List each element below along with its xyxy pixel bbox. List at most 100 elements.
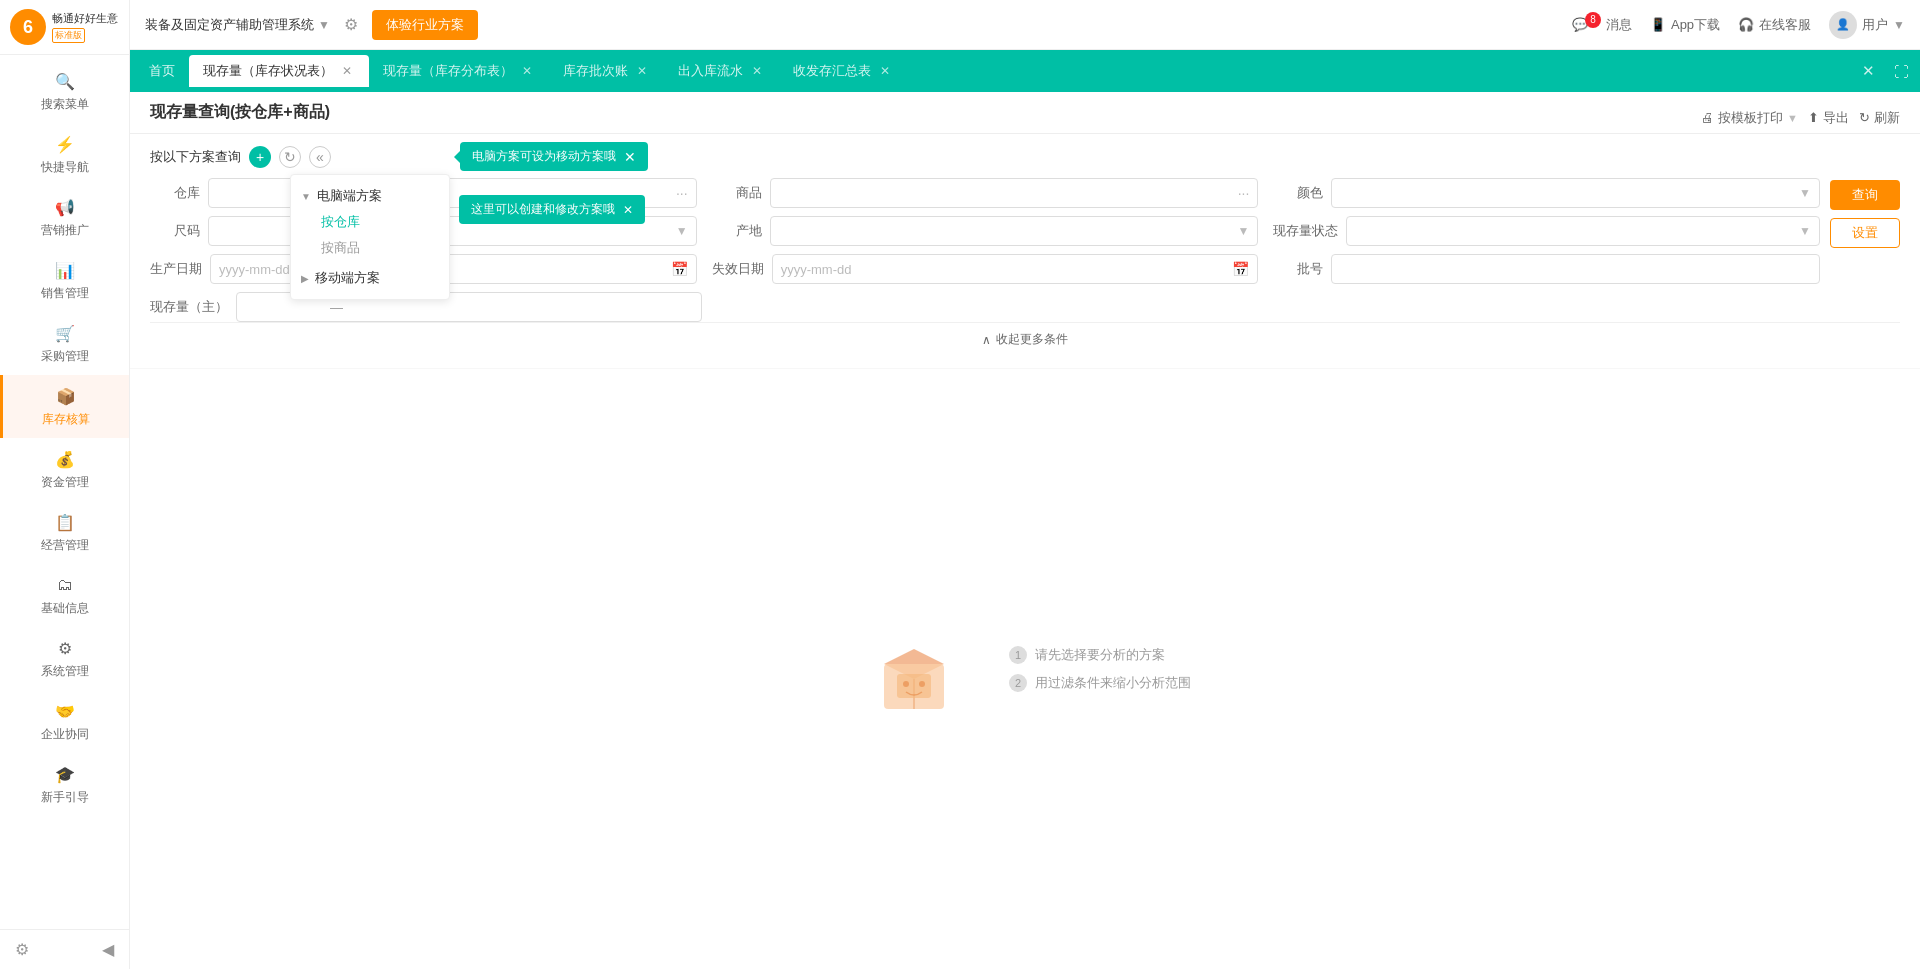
tree-toggle-icon: ▼ (301, 191, 311, 202)
product-input[interactable]: ··· (770, 178, 1259, 208)
tab-inout[interactable]: 出入库流水 ✕ (664, 55, 779, 87)
inv-status-arrow-icon: ▼ (1799, 224, 1811, 238)
filter-refresh-btn[interactable]: ↻ (279, 146, 301, 168)
tab-close-inventory-status[interactable]: ✕ (339, 63, 355, 79)
message-label: 消息 (1606, 16, 1632, 34)
range-dash: — (330, 300, 343, 315)
user-dropdown-icon: ▼ (1893, 18, 1905, 32)
origin-arrow-icon: ▼ (1237, 224, 1249, 238)
export-icon: ⬆ (1808, 110, 1819, 125)
product-field: 商品 ··· (712, 178, 1259, 208)
refresh-button[interactable]: ↻ 刷新 (1859, 109, 1900, 127)
empty-illustration (859, 614, 969, 724)
basic-icon: 🗂 (54, 574, 76, 596)
edit-scheme-tooltip: 这里可以创建和修改方案哦 ✕ (459, 195, 645, 224)
topbar: 装备及固定资产辅助管理系统 ▼ ⚙ 体验行业方案 💬 8 消息 📱 App下载 … (130, 0, 1920, 50)
print-button[interactable]: 🖨 按模板打印 ▼ (1701, 109, 1798, 127)
sidebar: 6 畅通好好生意 标准版 🔍 搜索菜单 ⚡ 快捷导航 📢 营销推广 📊 销售管理… (0, 0, 130, 969)
batch-input[interactable] (1331, 254, 1820, 284)
mobile-tree-toggle-icon: ▶ (301, 273, 309, 284)
product-dots-icon: ··· (1238, 185, 1250, 201)
topbar-right: 💬 8 消息 📱 App下载 🎧 在线客服 👤 用户 ▼ (1572, 11, 1905, 39)
desktop-child-item-2[interactable]: 按商品 (311, 235, 449, 261)
tab-close-collect[interactable]: ✕ (877, 63, 893, 79)
desktop-scheme-item[interactable]: ▼ 电脑端方案 (291, 183, 449, 209)
export-button[interactable]: ⬆ 导出 (1808, 109, 1849, 127)
tab-collect[interactable]: 收发存汇总表 ✕ (779, 55, 907, 87)
filter-collapse-btn[interactable]: « (309, 146, 331, 168)
expiry-date-label: 失效日期 (712, 260, 764, 278)
chevron-up-icon: ∧ (982, 333, 991, 347)
sidebar-item-inventory[interactable]: 📦 库存核算 (0, 375, 129, 438)
filter-add-btn[interactable]: + (249, 146, 271, 168)
sidebar-item-search[interactable]: 🔍 搜索菜单 (0, 60, 129, 123)
topbar-left: 装备及固定资产辅助管理系统 ▼ ⚙ 体验行业方案 (145, 10, 478, 40)
color-select[interactable]: ▼ (1331, 178, 1820, 208)
content-area: 现存量查询(按仓库+商品) 🖨 按模板打印 ▼ ⬆ 导出 ↻ 刷新 (130, 92, 1920, 969)
reset-button[interactable]: 设置 (1830, 218, 1900, 248)
tab-close-inout[interactable]: ✕ (749, 63, 765, 79)
qty-to-input[interactable] (348, 300, 428, 315)
origin-select[interactable]: ▼ (770, 216, 1259, 246)
message-badge: 8 (1585, 12, 1601, 28)
logo-icon: 6 (10, 9, 46, 45)
footer-settings-icon[interactable]: ⚙ (15, 940, 29, 959)
tab-close-inventory-dist[interactable]: ✕ (519, 63, 535, 79)
tip1-text: 请先选择要分析的方案 (1035, 646, 1165, 664)
sidebar-item-system[interactable]: ⚙ 系统管理 (0, 627, 129, 690)
edit-scheme-tooltip-close[interactable]: ✕ (623, 203, 633, 217)
color-arrow-icon: ▼ (1799, 186, 1811, 200)
tab-close-batch-account[interactable]: ✕ (634, 63, 650, 79)
sidebar-item-quick[interactable]: ⚡ 快捷导航 (0, 123, 129, 186)
production-date-input[interactable]: yyyy-mm-dd 📅 (210, 254, 697, 284)
sidebar-item-operation[interactable]: 📋 经营管理 (0, 501, 129, 564)
user-label: 用户 (1862, 16, 1888, 34)
search-icon: 🔍 (54, 70, 76, 92)
tab-close-all-btn[interactable]: ✕ (1854, 57, 1882, 85)
mobile-scheme-item[interactable]: ▶ 移动端方案 (291, 265, 449, 291)
tab-home[interactable]: 首页 (135, 55, 189, 87)
batch-label: 批号 (1273, 260, 1323, 278)
color-field: 颜色 ▼ (1273, 178, 1820, 208)
qty-from-input[interactable] (245, 300, 325, 315)
query-reset-group: 查询 设置 (1830, 178, 1900, 322)
desktop-child-item-1[interactable]: 按仓库 (311, 209, 449, 235)
sidebar-item-label: 搜索菜单 (41, 96, 89, 113)
inventory-qty-label: 现存量（主） (150, 298, 228, 316)
sidebar-item-purchase[interactable]: 🛒 采购管理 (0, 312, 129, 375)
sidebar-item-enterprise[interactable]: 🤝 企业协同 (0, 690, 129, 753)
sidebar-item-sales[interactable]: 📊 销售管理 (0, 249, 129, 312)
expiry-date-input[interactable]: yyyy-mm-dd 📅 (772, 254, 1259, 284)
message-group[interactable]: 💬 8 消息 (1572, 16, 1632, 34)
tip1-num: 1 (1009, 646, 1027, 664)
collapse-label: 收起更多条件 (996, 331, 1068, 348)
purchase-icon: 🛒 (54, 322, 76, 344)
query-button[interactable]: 查询 (1830, 180, 1900, 210)
empty-tip-2: 2 用过滤条件来缩小分析范围 (1009, 674, 1191, 692)
sidebar-item-basic[interactable]: 🗂 基础信息 (0, 564, 129, 627)
dropdown-arrow-icon: ▼ (318, 18, 330, 32)
svg-point-3 (903, 681, 909, 687)
system-name-dropdown[interactable]: 装备及固定资产辅助管理系统 ▼ (145, 16, 330, 34)
inventory-icon: 📦 (55, 385, 77, 407)
color-label: 颜色 (1273, 184, 1323, 202)
tab-inventory-status[interactable]: 现存量（库存状况表） ✕ (189, 55, 369, 87)
user-group[interactable]: 👤 用户 ▼ (1829, 11, 1905, 39)
sidebar-item-newbie[interactable]: 🎓 新手引导 (0, 753, 129, 816)
phone-icon: 📱 (1650, 17, 1666, 32)
scheme-tooltip-close[interactable]: ✕ (624, 149, 636, 165)
sidebar-item-marketing[interactable]: 📢 营销推广 (0, 186, 129, 249)
tab-fullscreen-btn[interactable]: ⛶ (1887, 57, 1915, 85)
app-download-group[interactable]: 📱 App下载 (1650, 16, 1720, 34)
svg-point-4 (919, 681, 925, 687)
collapse-conditions-btn[interactable]: ∧ 收起更多条件 (150, 322, 1900, 356)
footer-collapse-icon[interactable]: ◀ (102, 940, 114, 959)
scheme-tooltip-text: 电脑方案可设为移动方案哦 (472, 148, 616, 165)
sidebar-item-finance[interactable]: 💰 资金管理 (0, 438, 129, 501)
tab-batch-account[interactable]: 库存批次账 ✕ (549, 55, 664, 87)
inventory-status-select[interactable]: ▼ (1346, 216, 1820, 246)
online-service-group[interactable]: 🎧 在线客服 (1738, 16, 1811, 34)
tab-inventory-dist[interactable]: 现存量（库存分布表） ✕ (369, 55, 549, 87)
industry-button[interactable]: 体验行业方案 (372, 10, 478, 40)
settings-gear-icon[interactable]: ⚙ (340, 11, 362, 38)
